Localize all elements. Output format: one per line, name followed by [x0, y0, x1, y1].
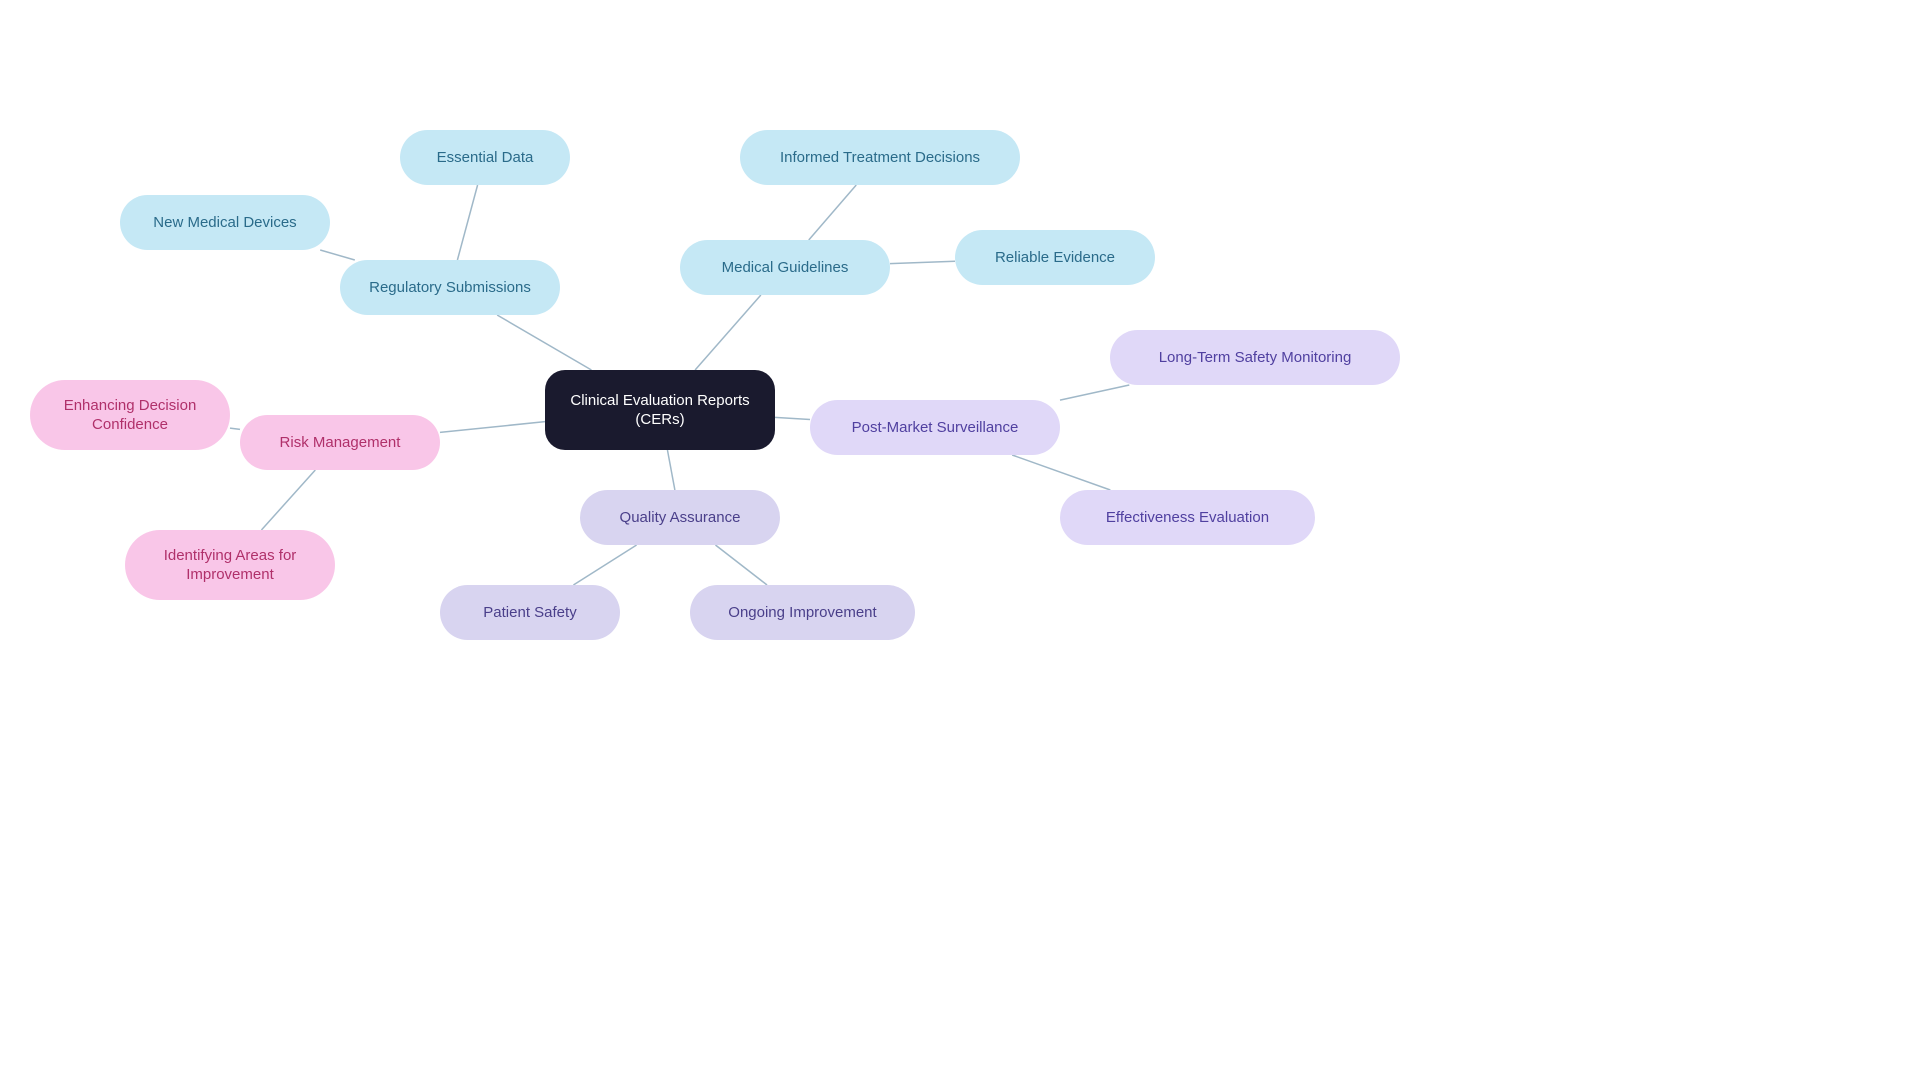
new-medical-devices-node: New Medical Devices [120, 195, 330, 250]
risk-management-node: Risk Management [240, 415, 440, 470]
identifying-areas-node: Identifying Areas for Improvement [125, 530, 335, 600]
patient-safety-node: Patient Safety [440, 585, 620, 640]
regulatory-submissions-node: Regulatory Submissions [340, 260, 560, 315]
center-node: Clinical Evaluation Reports (CERs) [545, 370, 775, 450]
quality-assurance-node: Quality Assurance [580, 490, 780, 545]
long-term-safety-node: Long-Term Safety Monitoring [1110, 330, 1400, 385]
enhancing-decision-confidence-node: Enhancing Decision Confidence [30, 380, 230, 450]
post-market-surveillance-node: Post-Market Surveillance [810, 400, 1060, 455]
medical-guidelines-node: Medical Guidelines [680, 240, 890, 295]
effectiveness-evaluation-node: Effectiveness Evaluation [1060, 490, 1315, 545]
ongoing-improvement-node: Ongoing Improvement [690, 585, 915, 640]
informed-treatment-decisions-node: Informed Treatment Decisions [740, 130, 1020, 185]
reliable-evidence-node: Reliable Evidence [955, 230, 1155, 285]
essential-data-node: Essential Data [400, 130, 570, 185]
